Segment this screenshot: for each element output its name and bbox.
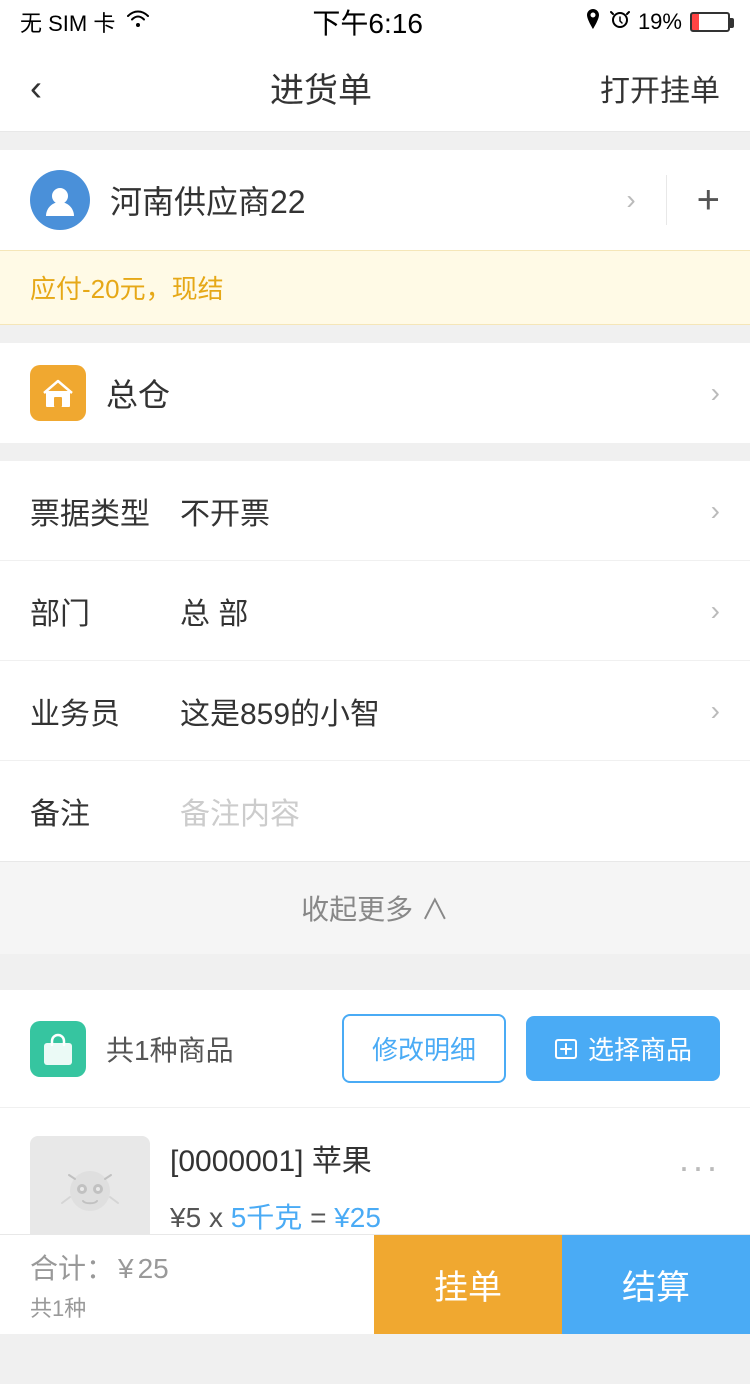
product-name: [0000001] 苹果 xyxy=(170,1136,658,1180)
total-value: 25 xyxy=(138,1253,169,1284)
product-count: 共1种商品 xyxy=(106,1029,322,1069)
select-product-label: 选择商品 xyxy=(588,1030,692,1067)
carrier-text: 无 SIM 卡 xyxy=(20,6,115,38)
invoice-type-chevron: › xyxy=(711,495,720,527)
supplier-chevron-icon: › xyxy=(626,184,635,216)
equals-sign: = xyxy=(310,1202,326,1233)
product-info: [0000001] 苹果 ¥5 x 5千克 = ¥25 xyxy=(170,1136,658,1236)
battery-icon xyxy=(690,12,730,32)
salesperson-value: 这是859的小智 xyxy=(180,689,711,733)
collapse-button[interactable]: 收起更多 ∧ xyxy=(0,861,750,954)
nav-bar: ‹ 进货单 打开挂单 xyxy=(0,44,750,132)
salesperson-row[interactable]: 业务员 这是859的小智 › xyxy=(0,661,750,761)
location-icon xyxy=(584,9,602,35)
product-more-button[interactable]: ··· xyxy=(678,1136,720,1188)
warehouse-icon xyxy=(42,377,74,409)
checkout-button[interactable]: 结算 xyxy=(562,1235,750,1334)
remark-row[interactable]: 备注 备注内容 xyxy=(0,761,750,861)
department-label: 部门 xyxy=(30,589,180,633)
back-button[interactable]: ‹ xyxy=(30,67,42,109)
product-code: [0000001] xyxy=(170,1145,303,1178)
warehouse-name: 总仓 xyxy=(106,370,711,416)
product-unit-price: ¥5 xyxy=(170,1202,201,1233)
invoice-type-label: 票据类型 xyxy=(30,489,180,533)
supplier-right: › + xyxy=(626,175,720,225)
product-header: 共1种商品 修改明细 选择商品 xyxy=(0,990,750,1107)
currency-symbol: ¥ xyxy=(118,1253,134,1284)
notice-bar: 应付-20元，现结 xyxy=(0,250,750,325)
select-product-button[interactable]: 选择商品 xyxy=(526,1016,720,1081)
invoice-type-value: 不开票 xyxy=(180,489,711,533)
supplier-section: 河南供应商22 › + 应付-20元，现结 xyxy=(0,150,750,325)
product-subtotal: ¥25 xyxy=(334,1202,381,1233)
status-right: 19% xyxy=(584,9,730,35)
product-icon-wrap xyxy=(30,1021,86,1077)
notice-text: 应付-20元，现结 xyxy=(30,274,224,304)
salesperson-chevron: › xyxy=(711,695,720,727)
status-bar: 无 SIM 卡 下午6:16 19% xyxy=(0,0,750,44)
remark-label: 备注 xyxy=(30,789,180,833)
total-amount: 合计：¥25 xyxy=(30,1247,344,1287)
select-product-icon xyxy=(554,1037,578,1061)
divider-3 xyxy=(0,954,750,972)
remark-input[interactable]: 备注内容 xyxy=(180,789,720,833)
top-divider xyxy=(0,132,750,150)
vertical-divider xyxy=(666,175,667,225)
status-time: 下午6:16 xyxy=(312,2,423,42)
total-sub: 共1种 xyxy=(30,1291,344,1323)
salesperson-label: 业务员 xyxy=(30,689,180,733)
warehouse-section: 总仓 › xyxy=(0,343,750,443)
hang-button[interactable]: 挂单 xyxy=(374,1235,562,1334)
battery-percent: 19% xyxy=(638,9,682,35)
department-row[interactable]: 部门 总 部 › xyxy=(0,561,750,661)
alarm-icon xyxy=(610,9,630,35)
total-section: 合计：¥25 共1种 xyxy=(0,1235,374,1334)
multiply-sign: x xyxy=(209,1202,223,1233)
warehouse-icon-wrap xyxy=(30,365,86,421)
product-bag-icon xyxy=(40,1031,76,1067)
wifi-icon xyxy=(125,9,151,35)
supplier-name: 河南供应商22 xyxy=(110,177,626,223)
status-left: 无 SIM 卡 xyxy=(20,6,151,38)
total-label: 合计： xyxy=(30,1253,114,1284)
divider-2 xyxy=(0,325,750,343)
department-chevron: › xyxy=(711,595,720,627)
edit-detail-button[interactable]: 修改明细 xyxy=(342,1014,506,1083)
owlet-logo-icon xyxy=(55,1161,125,1231)
product-qty: 5千克 xyxy=(231,1202,303,1233)
product-title: 苹果 xyxy=(312,1145,372,1178)
bottom-bar: 合计：¥25 共1种 挂单 结算 xyxy=(0,1234,750,1334)
product-price-row: ¥5 x 5千克 = ¥25 xyxy=(170,1196,658,1236)
form-section: 票据类型 不开票 › 部门 总 部 › 业务员 这是859的小智 › 备注 备注… xyxy=(0,461,750,861)
supplier-avatar xyxy=(30,170,90,230)
add-supplier-icon[interactable]: + xyxy=(697,178,720,223)
warehouse-row[interactable]: 总仓 › xyxy=(0,343,750,443)
warehouse-chevron-icon: › xyxy=(711,377,720,409)
invoice-type-row[interactable]: 票据类型 不开票 › xyxy=(0,461,750,561)
department-value: 总 部 xyxy=(180,589,711,633)
open-hang-button[interactable]: 打开挂单 xyxy=(600,66,720,110)
supplier-row[interactable]: 河南供应商22 › + xyxy=(0,150,750,250)
page-title: 进货单 xyxy=(270,63,372,112)
